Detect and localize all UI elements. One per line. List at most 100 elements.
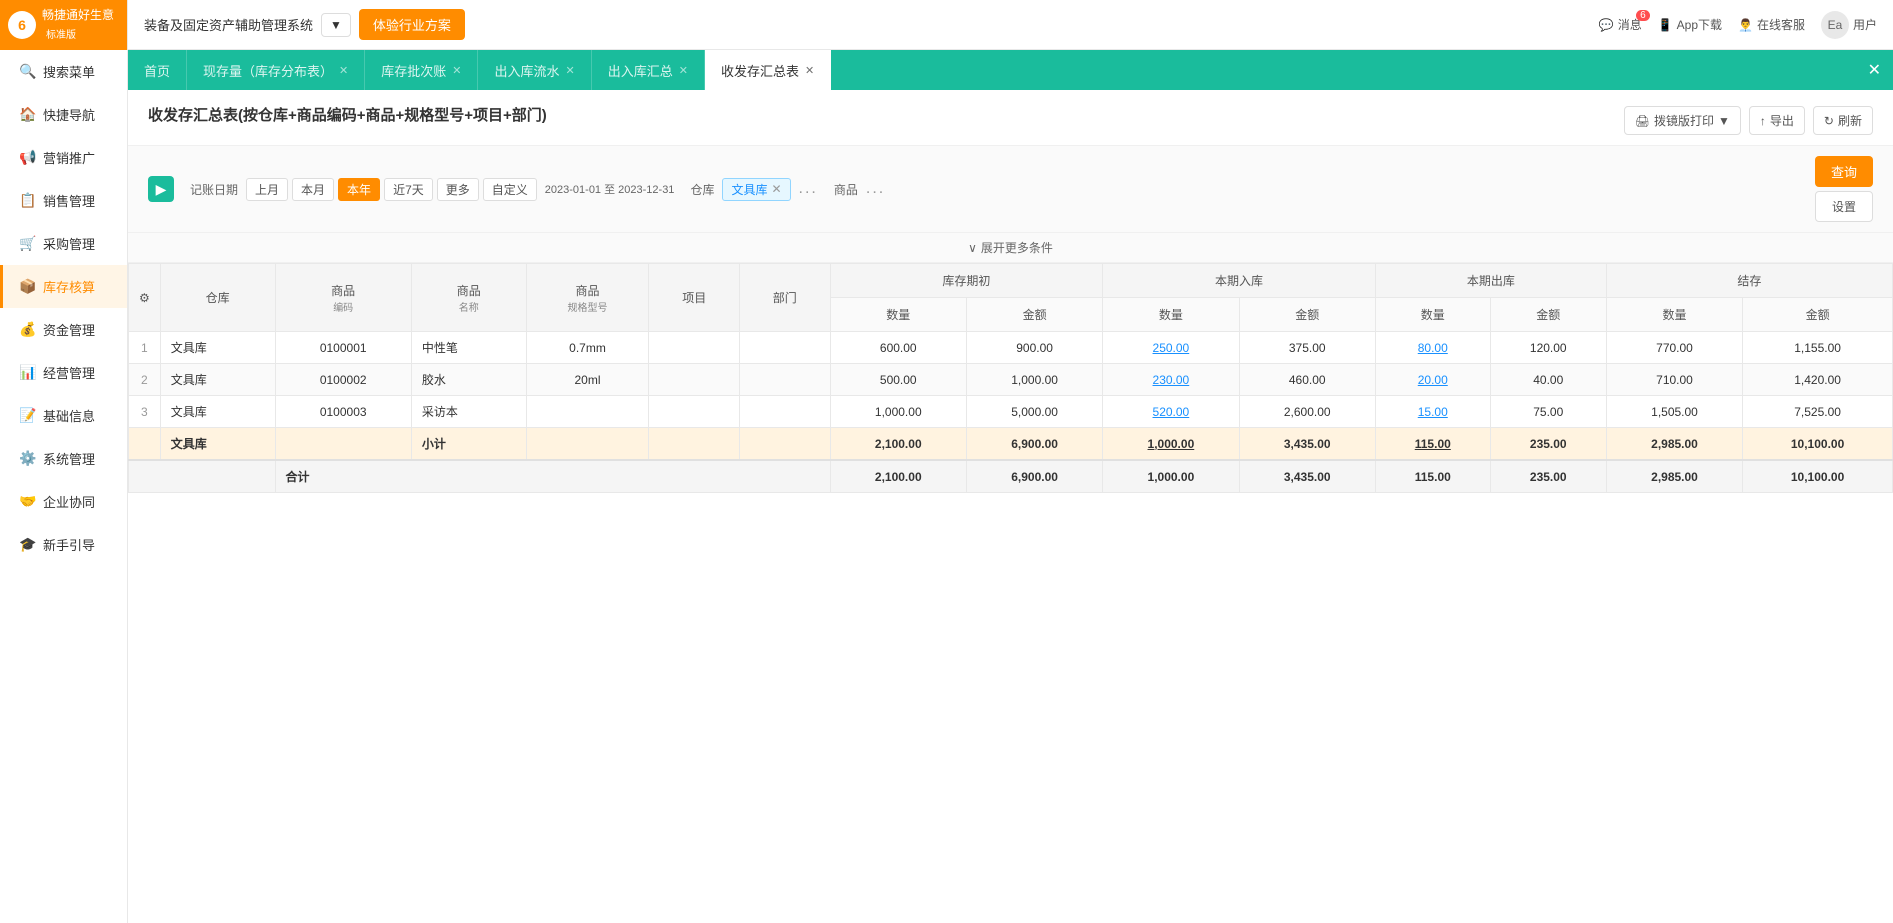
sidebar-item-newbie[interactable]: 🎓 新手引导: [0, 523, 127, 566]
dept-col-header: 部门: [740, 264, 831, 332]
dropdown-icon: ▼: [1718, 114, 1730, 128]
sidebar-item-business[interactable]: 📊 经营管理: [0, 351, 127, 394]
sidebar-item-search[interactable]: 🔍 搜索菜单: [0, 50, 127, 93]
home-icon: 🏠: [19, 106, 35, 123]
tab-inventory-dist[interactable]: 现存量（库存分布表） ✕: [187, 50, 365, 90]
sidebar-item-quicknav[interactable]: 🏠 快捷导航: [0, 93, 127, 136]
table-cell: 20ml: [526, 364, 649, 396]
footer-opening-qty: 2,100.00: [830, 460, 966, 493]
in-group-header: 本期入库: [1103, 264, 1376, 298]
table-cell[interactable]: 520.00: [1103, 396, 1239, 428]
date-btn-last-month[interactable]: 上月: [246, 178, 288, 201]
footer-in-qty: 1,000.00: [1103, 460, 1239, 493]
table-cell: 3: [129, 396, 161, 428]
sidebar-item-basic[interactable]: 📝 基础信息: [0, 394, 127, 437]
tab-close-inout-flow[interactable]: ✕: [566, 64, 575, 77]
print-button[interactable]: 🖨 拨镜版打印 ▼: [1624, 106, 1741, 135]
sidebar-item-system[interactable]: ⚙️ 系统管理: [0, 437, 127, 480]
table-cell[interactable]: 15.00: [1375, 396, 1490, 428]
out-group-header: 本期出库: [1375, 264, 1606, 298]
table-cell[interactable]: 20.00: [1375, 364, 1490, 396]
system-select[interactable]: 装备及固定资产辅助管理系统 ▼: [321, 13, 351, 37]
enterprise-icon: 🤝: [19, 493, 35, 510]
table-cell: [649, 428, 740, 461]
system-icon: ⚙️: [19, 450, 35, 467]
tab-close-inout-summary[interactable]: ✕: [679, 64, 688, 77]
tab-batch[interactable]: 库存批次账 ✕: [365, 50, 478, 90]
table-cell: 40.00: [1490, 364, 1606, 396]
table-cell[interactable]: 250.00: [1103, 332, 1239, 364]
date-btn-more[interactable]: 更多: [437, 178, 479, 201]
message-icon: 💬: [1599, 18, 1614, 32]
goods-more[interactable]: ...: [866, 180, 885, 198]
service-icon: 👨‍💼: [1738, 18, 1753, 32]
warehouse-more[interactable]: ...: [799, 180, 818, 198]
footer-label-main: 合计: [275, 460, 830, 493]
topbar-left: 装备及固定资产辅助管理系统 装备及固定资产辅助管理系统 ▼ 体验行业方案: [144, 9, 465, 40]
system-title: 装备及固定资产辅助管理系统: [144, 15, 313, 34]
logo-area: 6 畅捷通好生意 标准版: [0, 0, 127, 50]
query-button[interactable]: 查询: [1815, 156, 1873, 187]
tab-close-batch[interactable]: ✕: [452, 64, 461, 77]
tab-close-receipt-summary[interactable]: ✕: [805, 64, 814, 77]
table-cell: 1,000.00: [966, 364, 1102, 396]
table-cell[interactable]: 80.00: [1375, 332, 1490, 364]
sidebar-item-marketing[interactable]: 📢 营销推广: [0, 136, 127, 179]
table-cell: 0100002: [275, 364, 411, 396]
experience-button[interactable]: 体验行业方案: [359, 9, 465, 40]
table-cell: 460.00: [1239, 364, 1375, 396]
message-item[interactable]: 💬 消息 6: [1599, 16, 1642, 33]
sidebar-item-finance[interactable]: 💰 资金管理: [0, 308, 127, 351]
tab-inout-flow[interactable]: 出入库流水 ✕: [478, 50, 591, 90]
export-button[interactable]: ↑ 导出: [1749, 106, 1805, 135]
sidebar-item-inventory[interactable]: 📦 库存核算: [0, 265, 127, 308]
expand-button[interactable]: ∨ 展开更多条件: [968, 239, 1053, 256]
name-col-header: 商品名称: [411, 264, 526, 332]
date-btn-this-month[interactable]: 本月: [292, 178, 334, 201]
tabs-bar: 首页 现存量（库存分布表） ✕ 库存批次账 ✕ 出入库流水 ✕ 出入库汇总 ✕ …: [128, 50, 1893, 90]
topbar: 装备及固定资产辅助管理系统 装备及固定资产辅助管理系统 ▼ 体验行业方案 💬 消…: [128, 0, 1893, 50]
table-cell: 500.00: [830, 364, 966, 396]
app-download-item[interactable]: 📱 App下载: [1658, 16, 1722, 33]
table-row: 文具库小计2,100.006,900.001,000.003,435.00115…: [129, 428, 1893, 461]
date-btn-7days[interactable]: 近7天: [384, 178, 433, 201]
table-cell: 胶水: [411, 364, 526, 396]
logo-icon: 6: [8, 11, 36, 39]
table-cell: 1: [129, 332, 161, 364]
setting-button[interactable]: 设置: [1815, 191, 1873, 222]
table-cell: 2,985.00: [1606, 428, 1742, 461]
table-cell[interactable]: 230.00: [1103, 364, 1239, 396]
table-cell: [649, 364, 740, 396]
out-qty-header: 数量: [1375, 298, 1490, 332]
online-service-item[interactable]: 👨‍💼 在线客服: [1738, 16, 1805, 33]
footer-out-qty: 115.00: [1375, 460, 1490, 493]
warehouse-tag-close[interactable]: ✕: [771, 182, 781, 196]
main-area: 装备及固定资产辅助管理系统 装备及固定资产辅助管理系统 ▼ 体验行业方案 💬 消…: [128, 0, 1893, 923]
table-cell: 375.00: [1239, 332, 1375, 364]
filter-bar: ▶ 记账日期 上月 本月 本年 近7天 更多 自定义 2023-01-01 至 …: [128, 146, 1893, 233]
close-all-tabs[interactable]: ✕: [1856, 60, 1893, 80]
table-cell: 文具库: [160, 396, 275, 428]
tab-home[interactable]: 首页: [128, 50, 187, 90]
user-item[interactable]: Ea 用户: [1821, 11, 1877, 39]
tab-close-inventory-dist[interactable]: ✕: [339, 64, 348, 77]
table-cell[interactable]: 1,000.00: [1103, 428, 1239, 461]
warehouse-col-header: 仓库: [160, 264, 275, 332]
sidebar-item-sales[interactable]: 📋 销售管理: [0, 179, 127, 222]
sidebar-item-enterprise[interactable]: 🤝 企业协同: [0, 480, 127, 523]
table-cell: 7,525.00: [1743, 396, 1893, 428]
table-cell[interactable]: 115.00: [1375, 428, 1490, 461]
date-btn-custom[interactable]: 自定义: [483, 178, 537, 201]
table-cell: 采访本: [411, 396, 526, 428]
refresh-button[interactable]: ↻ 刷新: [1813, 106, 1873, 135]
tab-inout-summary[interactable]: 出入库汇总 ✕: [592, 50, 705, 90]
table-cell: 文具库: [160, 364, 275, 396]
table-cell: 6,900.00: [966, 428, 1102, 461]
sidebar-item-purchase[interactable]: 🛒 采购管理: [0, 222, 127, 265]
tab-receipt-summary[interactable]: 收发存汇总表 ✕: [705, 50, 831, 90]
filter-toggle-btn[interactable]: ▶: [148, 176, 174, 202]
message-badge: 6: [1636, 10, 1650, 21]
footer-closing-qty: 2,985.00: [1606, 460, 1742, 493]
date-btn-this-year[interactable]: 本年: [338, 178, 380, 201]
settings-col-header[interactable]: ⚙: [129, 264, 161, 332]
